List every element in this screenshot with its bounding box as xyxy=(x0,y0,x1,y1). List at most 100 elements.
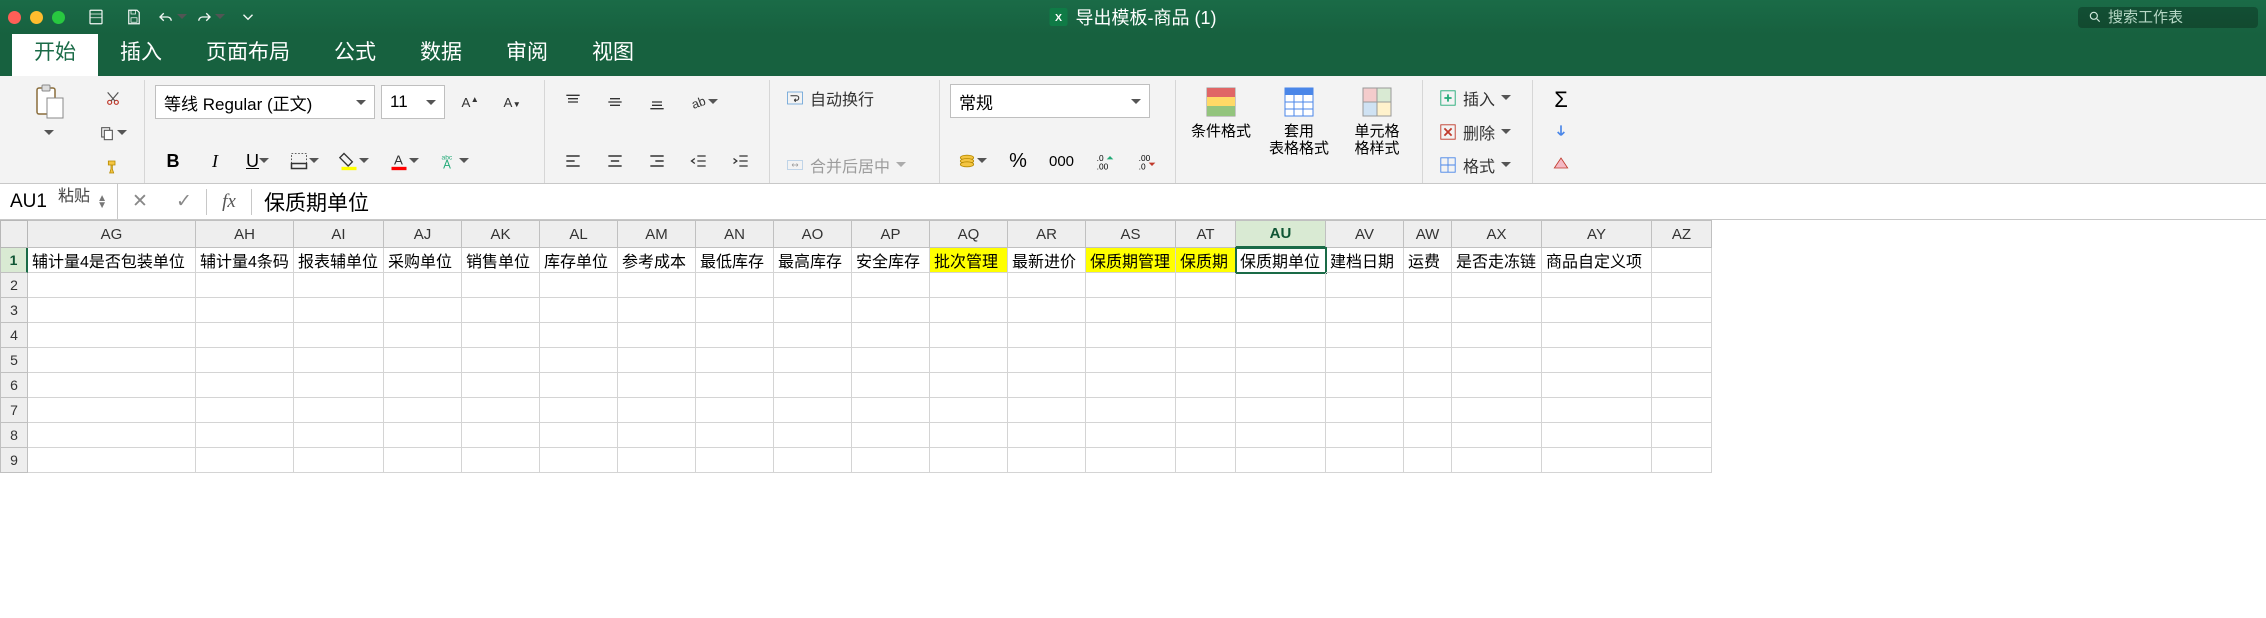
align-center-button[interactable] xyxy=(597,143,633,179)
currency-button[interactable] xyxy=(950,143,994,179)
column-header-AM[interactable]: AM xyxy=(618,220,696,248)
orientation-button[interactable]: ab xyxy=(681,84,725,120)
underline-button[interactable]: U xyxy=(239,143,276,179)
cell-AU7[interactable] xyxy=(1236,398,1326,423)
row-header-3[interactable]: 3 xyxy=(0,298,28,323)
align-right-button[interactable] xyxy=(639,143,675,179)
cell-AO8[interactable] xyxy=(774,423,852,448)
cell-AN1[interactable]: 最低库存 xyxy=(696,248,774,273)
cell-AO3[interactable] xyxy=(774,298,852,323)
cell-AX7[interactable] xyxy=(1452,398,1542,423)
cell-AQ1[interactable]: 批次管理 xyxy=(930,248,1008,273)
cell-AH4[interactable] xyxy=(196,323,294,348)
cell-AL1[interactable]: 库存单位 xyxy=(540,248,618,273)
cell-AU3[interactable] xyxy=(1236,298,1326,323)
maximize-window-button[interactable] xyxy=(52,11,65,24)
column-header-AU[interactable]: AU xyxy=(1236,220,1326,248)
cell-AX2[interactable] xyxy=(1452,273,1542,298)
cell-AH9[interactable] xyxy=(196,448,294,473)
cell-AW7[interactable] xyxy=(1404,398,1452,423)
cell-AH7[interactable] xyxy=(196,398,294,423)
cell-AJ8[interactable] xyxy=(384,423,462,448)
cell-AY9[interactable] xyxy=(1542,448,1652,473)
tab-view[interactable]: 视图 xyxy=(570,28,656,76)
cell-AW5[interactable] xyxy=(1404,348,1452,373)
cell-AO9[interactable] xyxy=(774,448,852,473)
cell-AZ7[interactable] xyxy=(1652,398,1712,423)
cell-AM5[interactable] xyxy=(618,348,696,373)
cell-AR1[interactable]: 最新进价 xyxy=(1008,248,1086,273)
cell-AZ1[interactable] xyxy=(1652,248,1712,273)
cell-AT8[interactable] xyxy=(1176,423,1236,448)
cell-AN8[interactable] xyxy=(696,423,774,448)
redo-button[interactable] xyxy=(193,5,227,29)
cell-AX5[interactable] xyxy=(1452,348,1542,373)
cell-AK3[interactable] xyxy=(462,298,540,323)
cell-AN3[interactable] xyxy=(696,298,774,323)
select-all-corner[interactable] xyxy=(0,220,28,248)
cell-AG1[interactable]: 辅计量4是否包装单位 xyxy=(28,248,196,273)
cell-AT2[interactable] xyxy=(1176,273,1236,298)
tab-review[interactable]: 审阅 xyxy=(484,28,570,76)
cell-AK1[interactable]: 销售单位 xyxy=(462,248,540,273)
cell-AS5[interactable] xyxy=(1086,348,1176,373)
cell-AQ4[interactable] xyxy=(930,323,1008,348)
cell-AV3[interactable] xyxy=(1326,298,1404,323)
cell-AP7[interactable] xyxy=(852,398,930,423)
decrease-indent-button[interactable] xyxy=(681,143,717,179)
cell-AI6[interactable] xyxy=(294,373,384,398)
align-left-button[interactable] xyxy=(555,143,591,179)
cell-AW1[interactable]: 运费 xyxy=(1404,248,1452,273)
cell-AX3[interactable] xyxy=(1452,298,1542,323)
cell-AI5[interactable] xyxy=(294,348,384,373)
font-size-dropdown[interactable]: 11 xyxy=(381,85,445,119)
column-header-AT[interactable]: AT xyxy=(1176,220,1236,248)
cell-AT5[interactable] xyxy=(1176,348,1236,373)
cell-AU5[interactable] xyxy=(1236,348,1326,373)
cell-AP1[interactable]: 安全库存 xyxy=(852,248,930,273)
cell-AL6[interactable] xyxy=(540,373,618,398)
qat-workbook-icon[interactable] xyxy=(79,5,113,29)
cell-AJ1[interactable]: 采购单位 xyxy=(384,248,462,273)
fill-color-button[interactable] xyxy=(332,143,376,179)
cell-AH1[interactable]: 辅计量4条码 xyxy=(196,248,294,273)
cell-AQ7[interactable] xyxy=(930,398,1008,423)
autosum-button[interactable]: Σ xyxy=(1543,84,1579,116)
cell-AQ6[interactable] xyxy=(930,373,1008,398)
cell-AG6[interactable] xyxy=(28,373,196,398)
cell-AW8[interactable] xyxy=(1404,423,1452,448)
row-header-1[interactable]: 1 xyxy=(0,248,28,273)
qat-customize-button[interactable] xyxy=(231,5,265,29)
cell-AR2[interactable] xyxy=(1008,273,1086,298)
cut-button[interactable] xyxy=(92,84,134,114)
font-color-button[interactable]: A xyxy=(382,143,426,179)
cell-AG8[interactable] xyxy=(28,423,196,448)
cell-AV1[interactable]: 建档日期 xyxy=(1326,248,1404,273)
cell-AO6[interactable] xyxy=(774,373,852,398)
cell-AR5[interactable] xyxy=(1008,348,1086,373)
cell-AG9[interactable] xyxy=(28,448,196,473)
cell-AW3[interactable] xyxy=(1404,298,1452,323)
cell-AY8[interactable] xyxy=(1542,423,1652,448)
cell-AL8[interactable] xyxy=(540,423,618,448)
format-as-table-button[interactable]: 套用 表格格式 xyxy=(1264,84,1334,157)
cell-AP8[interactable] xyxy=(852,423,930,448)
row-header-8[interactable]: 8 xyxy=(0,423,28,448)
cell-AH6[interactable] xyxy=(196,373,294,398)
cell-AP5[interactable] xyxy=(852,348,930,373)
cell-AU6[interactable] xyxy=(1236,373,1326,398)
column-header-AG[interactable]: AG xyxy=(28,220,196,248)
cancel-formula-button[interactable]: ✕ xyxy=(118,190,162,213)
cell-AT3[interactable] xyxy=(1176,298,1236,323)
bold-button[interactable]: B xyxy=(155,143,191,179)
cell-AU2[interactable] xyxy=(1236,273,1326,298)
cell-AP4[interactable] xyxy=(852,323,930,348)
column-header-AO[interactable]: AO xyxy=(774,220,852,248)
wrap-text-button[interactable]: 自动换行 xyxy=(780,84,929,112)
cell-AP2[interactable] xyxy=(852,273,930,298)
cell-AV8[interactable] xyxy=(1326,423,1404,448)
increase-font-button[interactable]: A▲ xyxy=(451,84,487,120)
cell-AK2[interactable] xyxy=(462,273,540,298)
cell-AV2[interactable] xyxy=(1326,273,1404,298)
cell-AK8[interactable] xyxy=(462,423,540,448)
